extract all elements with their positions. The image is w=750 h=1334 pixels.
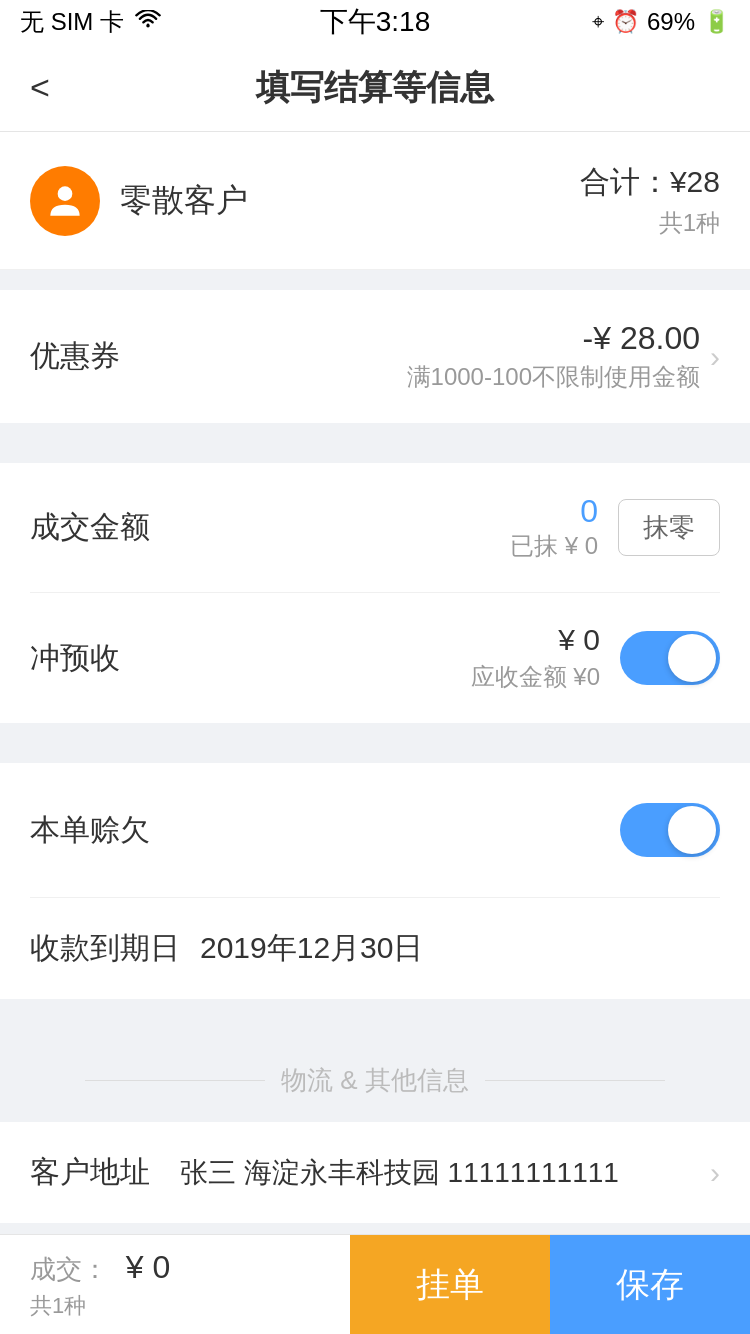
toggle-knob [668, 634, 716, 682]
logistics-title: 物流 & 其他信息 [30, 1063, 720, 1098]
customer-name: 零散客户 [120, 179, 248, 223]
coupon-info: -¥ 28.00 满1000-100不限制使用金额 [407, 320, 700, 393]
coupon-section[interactable]: 优惠券 -¥ 28.00 满1000-100不限制使用金额 › [0, 290, 750, 423]
pre-receive-label: 冲预收 [30, 638, 120, 679]
customer-right: 合计：¥28 共1种 [580, 162, 720, 239]
back-button[interactable]: < [30, 68, 50, 107]
nav-bar: < 填写结算等信息 [0, 44, 750, 132]
customer-section: 零散客户 合计：¥28 共1种 [0, 132, 750, 270]
footer-summary: 成交： ¥ 0 共1种 [0, 1249, 350, 1321]
logistics-line-left [85, 1080, 265, 1081]
total-amount: 合计：¥28 [580, 162, 720, 203]
pre-receive-right: ¥ 0 应收金额 ¥0 [471, 623, 720, 693]
status-time: 下午3:18 [320, 3, 431, 41]
due-date-row: 收款到期日 2019年12月30日 [30, 897, 720, 999]
due-date-label: 收款到期日 [30, 928, 180, 969]
svg-point-1 [58, 186, 73, 201]
customer-avatar [30, 166, 100, 236]
already-zeroed: 已抹 ¥ 0 [510, 530, 598, 562]
battery-icon: 🔋 [703, 9, 730, 35]
pending-button[interactable]: 挂单 [350, 1235, 550, 1335]
coupon-label: 优惠券 [30, 336, 120, 377]
transaction-amount-row: 成交金额 0 已抹 ¥ 0 抹零 [30, 463, 720, 593]
coupon-desc: 满1000-100不限制使用金额 [407, 361, 700, 393]
divider-2 [0, 743, 750, 763]
pre-receive-row: 冲预收 ¥ 0 应收金额 ¥0 [30, 593, 720, 723]
status-left: 无 SIM 卡 [20, 6, 162, 38]
status-right: ⌖ ⏰ 69% 🔋 [592, 8, 730, 36]
pre-receive-amount: ¥ 0 [471, 623, 600, 657]
debt-section: 本单赊欠 收款到期日 2019年12月30日 [0, 763, 750, 999]
user-icon [43, 179, 87, 223]
carrier-text: 无 SIM 卡 [20, 6, 124, 38]
wifi-icon [134, 8, 162, 36]
address-row[interactable]: 客户地址 张三 海淀永丰科技园 11111111111 › [0, 1122, 750, 1223]
alarm-icon: ⏰ [612, 9, 639, 35]
address-label: 客户地址 [30, 1152, 150, 1193]
battery-text: 69% [647, 8, 695, 36]
footer-transaction-amount: ¥ 0 [126, 1249, 170, 1285]
coupon-row[interactable]: 优惠券 -¥ 28.00 满1000-100不限制使用金额 › [0, 290, 750, 423]
total-count: 共1种 [580, 207, 720, 239]
debt-toggle-knob [668, 806, 716, 854]
footer-bar: 成交： ¥ 0 共1种 挂单 保存 [0, 1234, 750, 1334]
debt-row: 本单赊欠 [30, 763, 720, 897]
status-bar: 无 SIM 卡 下午3:18 ⌖ ⏰ 69% 🔋 [0, 0, 750, 44]
pre-receive-toggle[interactable] [620, 631, 720, 685]
debt-label: 本单赊欠 [30, 810, 150, 851]
coupon-right: -¥ 28.00 满1000-100不限制使用金额 › [407, 320, 720, 393]
coupon-discount: -¥ 28.00 [407, 320, 700, 357]
form-section: 成交金额 0 已抹 ¥ 0 抹零 冲预收 ¥ 0 应收金额 ¥0 [0, 463, 750, 723]
footer-transaction-label: 成交： [30, 1254, 108, 1284]
pre-receive-amounts: ¥ 0 应收金额 ¥0 [471, 623, 600, 693]
location-icon: ⌖ [592, 9, 604, 35]
divider-3 [0, 1019, 750, 1039]
chevron-right-icon: › [710, 340, 720, 374]
save-button[interactable]: 保存 [550, 1235, 750, 1335]
address-section[interactable]: 客户地址 张三 海淀永丰科技园 11111111111 › [0, 1122, 750, 1223]
transaction-value[interactable]: 0 [510, 493, 598, 530]
svg-point-0 [146, 24, 150, 28]
divider-1 [0, 443, 750, 463]
customer-left: 零散客户 [30, 166, 248, 236]
transaction-label: 成交金额 [30, 507, 150, 548]
receivable-amount: 应收金额 ¥0 [471, 661, 600, 693]
round-zero-button[interactable]: 抹零 [618, 499, 720, 556]
logistics-section: 物流 & 其他信息 [0, 1039, 750, 1122]
address-value: 张三 海淀永丰科技园 11111111111 [180, 1154, 710, 1192]
logistics-line-right [485, 1080, 665, 1081]
logistics-text: 物流 & 其他信息 [281, 1063, 469, 1098]
due-date-value[interactable]: 2019年12月30日 [200, 928, 423, 969]
page-title: 填写结算等信息 [256, 65, 494, 111]
customer-row: 零散客户 合计：¥28 共1种 [0, 132, 750, 270]
address-chevron-icon: › [710, 1156, 720, 1190]
transaction-right: 0 已抹 ¥ 0 抹零 [510, 493, 720, 562]
debt-toggle[interactable] [620, 803, 720, 857]
footer-count: 共1种 [30, 1291, 320, 1321]
footer-transaction-line: 成交： ¥ 0 [30, 1249, 320, 1287]
